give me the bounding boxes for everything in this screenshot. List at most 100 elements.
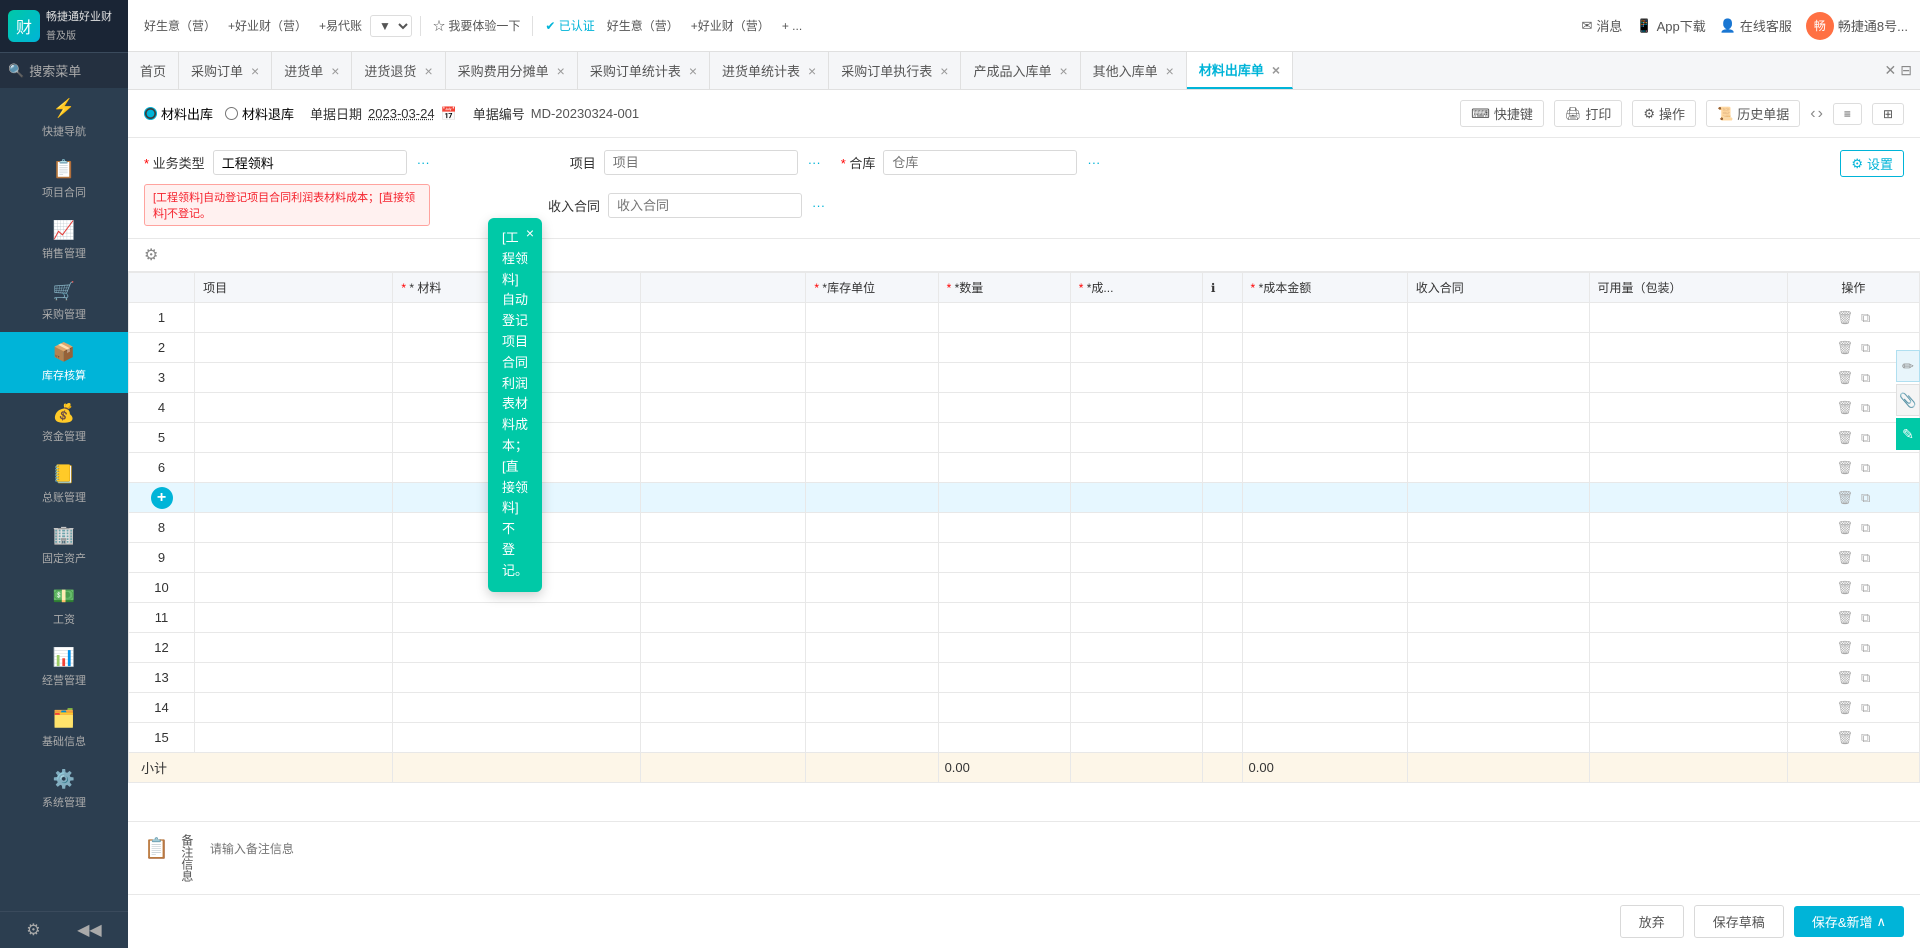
delete-icon[interactable]: 🗑 (1836, 700, 1853, 716)
row-available[interactable] (1590, 663, 1787, 692)
delete-icon[interactable]: 🗑 (1836, 580, 1853, 596)
sidebar-item-fixed-assets[interactable]: 🏢 固定资产 (0, 515, 128, 576)
row-qty[interactable] (939, 723, 1070, 752)
delete-icon[interactable]: 🗑 (1836, 460, 1853, 476)
tab-material-out[interactable]: 材料出库单 × (1187, 52, 1293, 89)
tab-close-icon[interactable]: × (940, 63, 948, 79)
row-income-contract[interactable] (1408, 393, 1589, 422)
topbar-app-download[interactable]: 📱 App下载 (1636, 16, 1705, 35)
row-qty[interactable] (939, 363, 1070, 392)
project-input[interactable] (604, 150, 798, 175)
row-qty[interactable] (939, 423, 1070, 452)
copy-icon[interactable]: ⧉ (1861, 640, 1870, 656)
row-project[interactable] (195, 423, 392, 452)
floating-green-button[interactable]: ✎ (1896, 418, 1920, 450)
row-cost-amount[interactable] (1243, 453, 1407, 482)
tab-close-icon[interactable]: × (557, 63, 565, 79)
row-qty-7[interactable] (939, 483, 1070, 512)
delete-icon[interactable]: 🗑 (1836, 310, 1853, 326)
grid-view-button[interactable]: ⊞ (1872, 103, 1904, 125)
row-project-input[interactable] (195, 483, 392, 512)
row-project[interactable] (195, 603, 392, 632)
delete-icon[interactable]: 🗑 (1836, 730, 1853, 746)
row-unit[interactable] (806, 543, 937, 572)
row-available[interactable] (1590, 393, 1787, 422)
sidebar-item-ledger[interactable]: 📒 总账管理 (0, 454, 128, 515)
date-value[interactable]: 2023-03-24 (368, 106, 435, 121)
topbar-link-experience[interactable]: ☆ 我要体验一下 (429, 15, 524, 36)
row-cost-price[interactable] (1071, 633, 1202, 662)
operations-button[interactable]: ⚙ 操作 (1632, 100, 1696, 127)
sidebar-item-payroll[interactable]: 💵 工资 (0, 576, 128, 637)
row-unit[interactable] (806, 423, 937, 452)
row-material[interactable] (393, 723, 640, 752)
copy-icon[interactable]: ⧉ (1861, 460, 1870, 476)
project-expand-icon[interactable]: ··· (808, 155, 821, 170)
row-cost-amount[interactable] (1243, 723, 1407, 752)
row-available[interactable] (1590, 543, 1787, 572)
row-cost-price[interactable] (1071, 393, 1202, 422)
row-cost-amount[interactable] (1243, 393, 1407, 422)
row-income-contract[interactable] (1408, 633, 1589, 662)
row-spec[interactable] (641, 303, 805, 332)
row-cost-price[interactable] (1071, 513, 1202, 542)
row-available[interactable] (1590, 633, 1787, 662)
row-spec[interactable] (641, 393, 805, 422)
row-available[interactable] (1590, 453, 1787, 482)
income-contract-expand-icon[interactable]: ··· (812, 198, 825, 213)
row-spec[interactable] (641, 333, 805, 362)
radio-material-return-input[interactable] (225, 107, 238, 120)
row-income-contract[interactable] (1408, 693, 1589, 722)
row-income-contract[interactable] (1408, 423, 1589, 452)
copy-icon[interactable]: ⧉ (1861, 610, 1870, 626)
tab-purchase-expense[interactable]: 采购费用分摊单 × (446, 52, 578, 89)
row-project[interactable] (195, 573, 392, 602)
row-project[interactable] (195, 333, 392, 362)
row-cost-amount[interactable] (1243, 423, 1407, 452)
copy-icon[interactable]: ⧉ (1861, 340, 1870, 356)
row-cost-7[interactable] (1071, 483, 1202, 512)
row-unit[interactable] (806, 363, 937, 392)
sidebar-item-base-info[interactable]: 🗂️ 基础信息 (0, 698, 128, 759)
sidebar-item-quick-nav[interactable]: ⚡ 快捷导航 (0, 88, 128, 149)
settings-icon[interactable]: ⚙ (26, 920, 40, 940)
row-qty[interactable] (939, 513, 1070, 542)
row-cost-amount-7[interactable] (1243, 483, 1407, 512)
sidebar-item-sys-manage[interactable]: ⚙️ 系统管理 (0, 759, 128, 820)
tab-close-icon[interactable]: × (1166, 63, 1174, 79)
floating-edit-button[interactable]: ✏ (1896, 350, 1920, 382)
tab-goods-stats[interactable]: 进货单统计表 × (710, 52, 829, 89)
row-cost-price[interactable] (1071, 543, 1202, 572)
row-material[interactable] (393, 693, 640, 722)
tab-close-all-icon[interactable]: ✕ (1885, 62, 1897, 79)
settings-button[interactable]: ⚙ 设置 (1840, 150, 1904, 177)
table-settings-icon[interactable]: ⚙ (144, 245, 158, 265)
row-available[interactable] (1590, 513, 1787, 542)
row-project[interactable] (195, 513, 392, 542)
topbar-dropdown[interactable]: ▼ (370, 15, 412, 37)
topbar-user[interactable]: 畅 畅捷通8号... (1806, 12, 1908, 40)
row-spec[interactable] (641, 663, 805, 692)
row-project[interactable] (195, 693, 392, 722)
sidebar-item-operations[interactable]: 📊 经营管理 (0, 637, 128, 698)
delete-icon[interactable]: 🗑 (1836, 670, 1853, 686)
row-qty[interactable] (939, 303, 1070, 332)
delete-icon[interactable]: 🗑 (1836, 610, 1853, 626)
row-qty[interactable] (939, 693, 1070, 722)
row-project[interactable] (195, 393, 392, 422)
row-project[interactable] (195, 303, 392, 332)
row-cost-amount[interactable] (1243, 603, 1407, 632)
tab-purchase-exec[interactable]: 采购订单执行表 × (829, 52, 961, 89)
row-spec[interactable] (641, 603, 805, 632)
row-project[interactable] (195, 663, 392, 692)
topbar-link-hycai[interactable]: +好业财（营） (224, 15, 311, 36)
business-type-expand-icon[interactable]: ··· (417, 155, 430, 170)
row-available[interactable] (1590, 573, 1787, 602)
row-income-contract[interactable] (1408, 573, 1589, 602)
row-cost-amount[interactable] (1243, 543, 1407, 572)
copy-icon[interactable]: ⧉ (1861, 520, 1870, 536)
row-spec[interactable] (641, 633, 805, 662)
collapse-icon[interactable]: ◀◀ (77, 920, 102, 940)
copy-icon[interactable]: ⧉ (1861, 580, 1870, 596)
list-view-button[interactable]: ≡ (1833, 103, 1862, 125)
